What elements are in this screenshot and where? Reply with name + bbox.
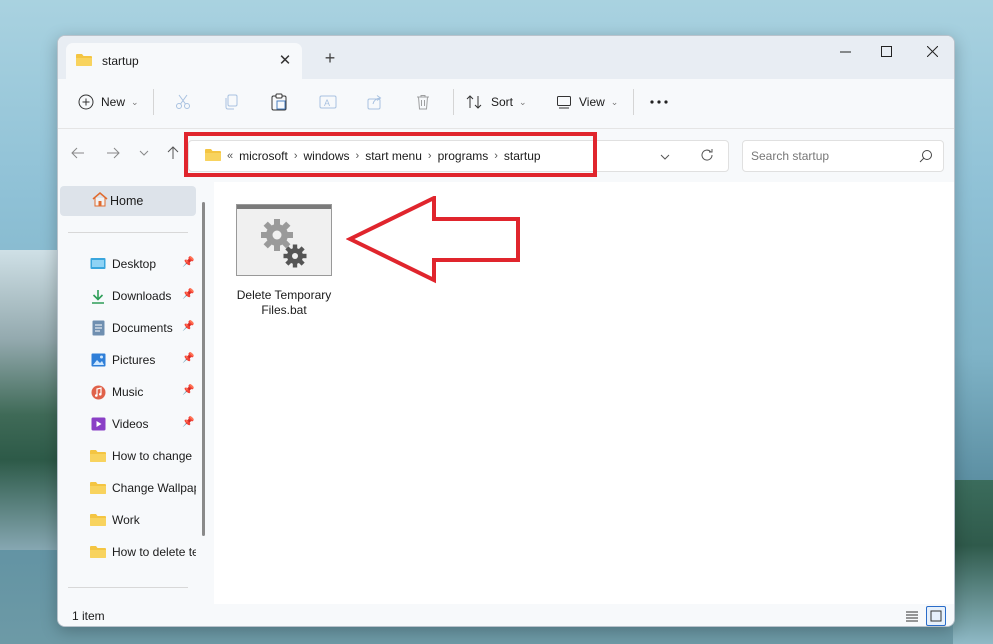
plus-circle-icon <box>78 94 94 110</box>
list-icon <box>906 611 918 622</box>
arrow-right-icon <box>107 147 120 159</box>
refresh-icon[interactable] <box>700 148 714 165</box>
back-button[interactable] <box>66 141 90 165</box>
title-bar: startup ✕ + <box>58 36 954 79</box>
chevron-down-icon <box>139 150 149 156</box>
close-tab-icon[interactable]: ✕ <box>276 51 294 69</box>
address-history-chevron-icon[interactable] <box>660 149 670 163</box>
callout-arrow-icon <box>346 196 520 284</box>
sidebar-item-how-to-delete[interactable]: How to delete te <box>90 537 196 567</box>
file-item[interactable]: Delete Temporary Files.bat <box>236 204 332 318</box>
status-bar: 1 item <box>58 604 954 626</box>
batch-file-gears-icon <box>236 204 332 276</box>
new-button[interactable]: New ⌄ <box>78 79 139 125</box>
tab-startup[interactable]: startup ✕ <box>66 43 302 79</box>
tab-title: startup <box>102 54 139 68</box>
details-view-button[interactable] <box>902 606 922 626</box>
minimize-button[interactable] <box>822 36 868 66</box>
item-count: 1 item <box>72 609 105 623</box>
tiles-icon <box>930 610 942 622</box>
view-button[interactable]: View ⌄ <box>556 79 618 125</box>
pin-icon[interactable]: 📌 <box>182 417 194 428</box>
folder-icon <box>76 53 92 70</box>
file-list-pane: Delete Temporary Files.bat <box>216 182 954 604</box>
file-name: Delete Temporary Files.bat <box>236 288 332 317</box>
sidebar-item-how-to-change[interactable]: How to change <box>90 441 196 471</box>
download-icon <box>90 288 106 304</box>
trash-icon <box>417 95 429 110</box>
sidebar-item-music[interactable]: Music <box>90 377 196 407</box>
up-button[interactable] <box>161 141 185 165</box>
close-window-button[interactable] <box>909 36 954 66</box>
sidebar-item-pictures[interactable]: Pictures <box>90 345 196 375</box>
ellipsis-icon <box>650 100 668 104</box>
cut-button[interactable] <box>175 79 191 125</box>
file-explorer-window: startup ✕ + New ⌄ A Sort ⌄ View ⌄ « micr… <box>57 35 955 627</box>
address-highlight-box <box>184 132 597 177</box>
pin-icon[interactable]: 📌 <box>182 257 194 268</box>
share-button[interactable] <box>367 79 383 125</box>
sidebar-item-videos[interactable]: Videos <box>90 409 196 439</box>
sort-button[interactable]: Sort ⌄ <box>466 79 527 125</box>
desktop-icon <box>90 256 106 272</box>
pin-icon[interactable]: 📌 <box>182 289 194 300</box>
paste-button[interactable] <box>271 79 287 125</box>
desktop-wallpaper-right <box>953 480 993 644</box>
pin-icon[interactable]: 📌 <box>182 385 194 396</box>
sidebar-item-desktop[interactable]: Desktop <box>90 249 196 279</box>
pin-icon[interactable]: 📌 <box>182 321 194 332</box>
sidebar-item-change-wallpaper[interactable]: Change Wallpap <box>90 473 196 503</box>
search-icon[interactable] <box>919 149 933 166</box>
search-input[interactable]: Search startup <box>742 140 944 172</box>
sidebar-item-work[interactable]: Work <box>90 505 196 535</box>
command-bar: New ⌄ A Sort ⌄ View ⌄ <box>58 79 954 129</box>
sidebar-item-home[interactable]: Home <box>60 186 196 216</box>
folder-icon <box>90 480 106 496</box>
video-icon <box>90 416 106 432</box>
arrow-up-icon <box>167 146 179 159</box>
large-icons-view-button[interactable] <box>926 606 946 626</box>
folder-icon <box>90 544 106 560</box>
share-icon <box>367 95 382 110</box>
maximize-button[interactable] <box>863 36 909 66</box>
picture-icon <box>90 352 106 368</box>
sort-icon <box>466 95 482 109</box>
svg-text:A: A <box>324 98 330 108</box>
clipboard-icon <box>271 93 287 111</box>
folder-icon <box>90 512 106 528</box>
copy-icon <box>225 94 238 110</box>
view-icon <box>557 96 571 109</box>
recent-locations-button[interactable] <box>132 141 156 165</box>
rename-button[interactable]: A <box>319 79 337 125</box>
scissors-icon <box>176 94 190 109</box>
arrow-left-icon <box>71 147 84 159</box>
navigation-pane: Home Desktop 📌 Downloads 📌 Documents 📌 P… <box>58 182 214 604</box>
sidebar-item-documents[interactable]: Documents <box>90 313 196 343</box>
delete-button[interactable] <box>415 79 431 125</box>
folder-icon <box>90 448 106 464</box>
more-options-button[interactable] <box>650 79 668 125</box>
copy-button[interactable] <box>223 79 239 125</box>
document-icon <box>90 320 106 336</box>
sidebar-scrollbar[interactable] <box>202 202 205 536</box>
sidebar-item-downloads[interactable]: Downloads <box>90 281 196 311</box>
music-icon <box>90 384 106 400</box>
pin-icon[interactable]: 📌 <box>182 353 194 364</box>
rename-icon: A <box>319 95 337 109</box>
home-icon <box>92 192 108 210</box>
new-tab-button[interactable]: + <box>320 48 340 68</box>
forward-button[interactable] <box>101 141 125 165</box>
